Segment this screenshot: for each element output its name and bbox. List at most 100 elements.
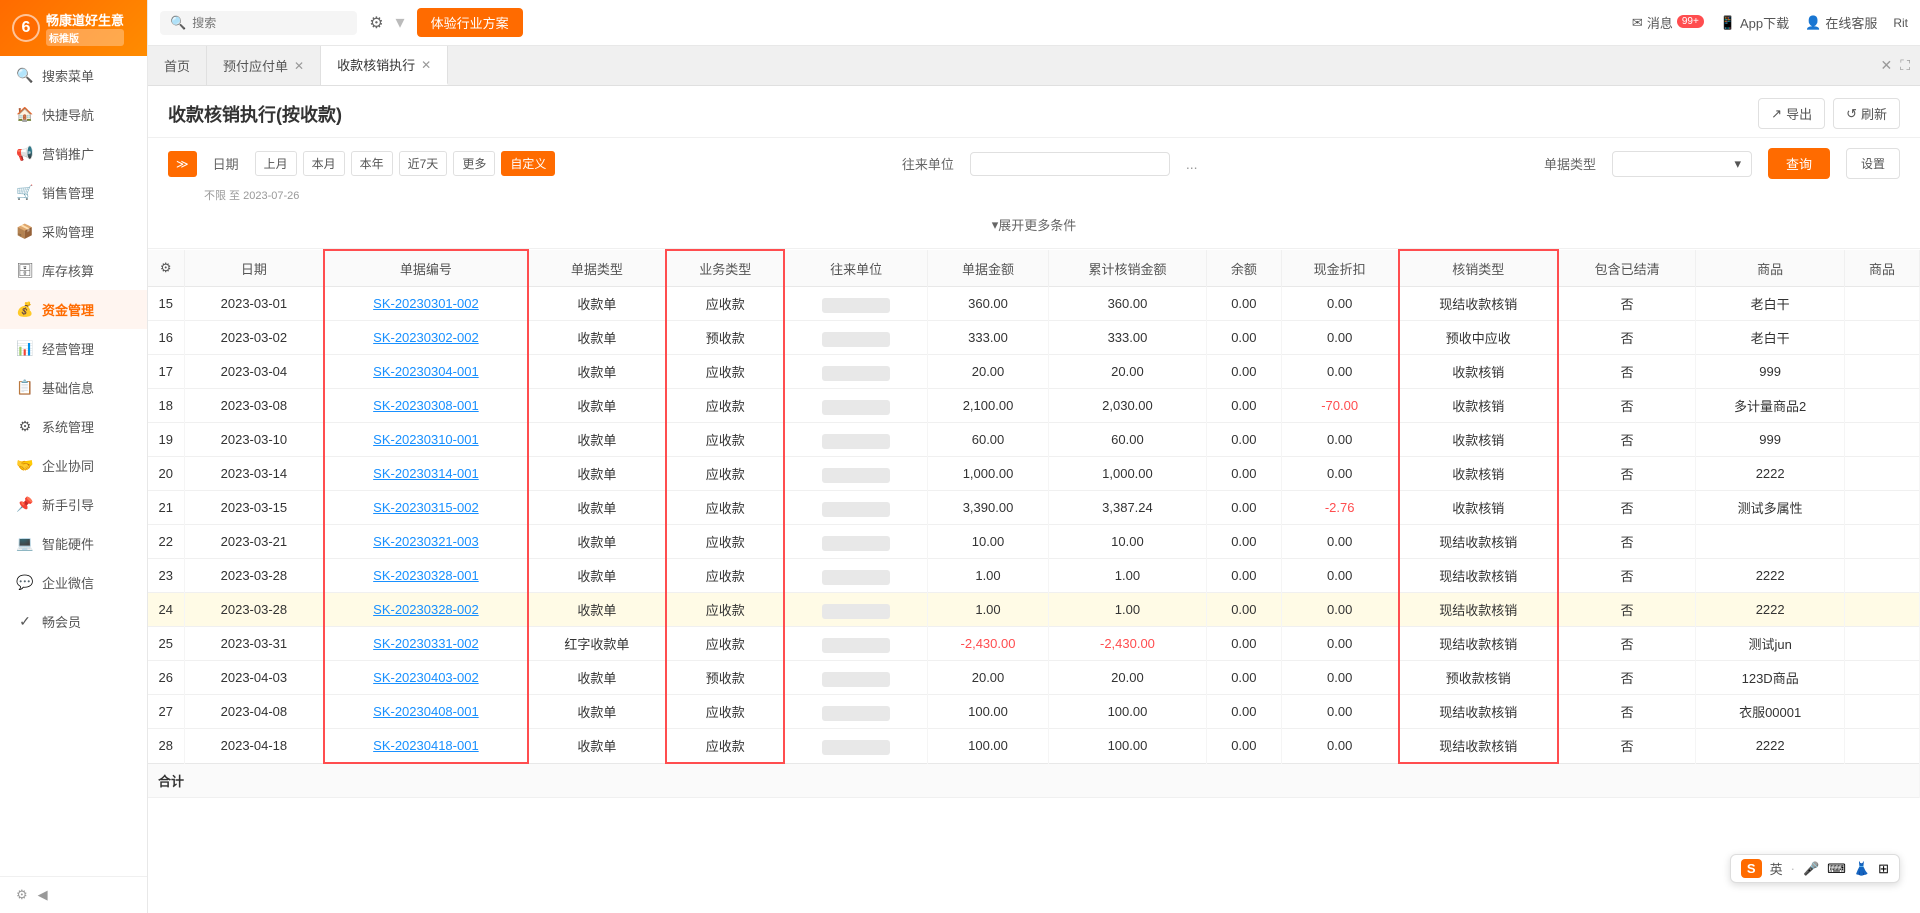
table-row[interactable]: 15 2023-03-01 SK-20230301-002 收款单 应收款 ██… <box>148 287 1920 321</box>
cell-discount: 0.00 <box>1281 559 1398 593</box>
sidebar-item-marketing[interactable]: 📢 营销推广 <box>0 134 147 173</box>
tab-prepay-close[interactable]: ✕ <box>294 59 304 73</box>
cell-product1: 老白干 <box>1696 321 1845 355</box>
cell-product1: 2222 <box>1696 593 1845 627</box>
sidebar-item-enterprise[interactable]: 🤝 企业协同 <box>0 446 147 485</box>
sidebar-item-guide[interactable]: 📌 新手引导 <box>0 485 147 524</box>
sidebar-item-inventory[interactable]: 🗄 库存核算 <box>0 251 147 290</box>
doc-no-link[interactable]: SK-20230304-001 <box>373 364 479 379</box>
table-row[interactable]: 26 2023-04-03 SK-20230403-002 收款单 预收款 ██… <box>148 661 1920 695</box>
doc-no-link[interactable]: SK-20230331-002 <box>373 636 479 651</box>
cell-doc-type: 收款单 <box>528 559 667 593</box>
export-button[interactable]: ↗ 导出 <box>1758 98 1825 129</box>
cell-partner: ████ <box>784 491 927 525</box>
solution-button[interactable]: 体验行业方案 <box>417 8 523 37</box>
chevron-down-icon[interactable]: ▾ <box>396 12 405 33</box>
more-dates-btn[interactable]: 更多 <box>453 151 495 176</box>
table-row[interactable]: 24 2023-03-28 SK-20230328-002 收款单 应收款 ██… <box>148 593 1920 627</box>
settings-icon[interactable]: ⚙ <box>16 887 28 903</box>
sidebar-item-hardware[interactable]: 💻 智能硬件 <box>0 524 147 563</box>
sidebar-item-sales[interactable]: 🛒 销售管理 <box>0 173 147 212</box>
table-row[interactable]: 16 2023-03-02 SK-20230302-002 收款单 预收款 ██… <box>148 321 1920 355</box>
table-row[interactable]: 27 2023-04-08 SK-20230408-001 收款单 应收款 ██… <box>148 695 1920 729</box>
sidebar-item-system[interactable]: ⚙ 系统管理 <box>0 407 147 446</box>
custom-date-btn[interactable]: 自定义 <box>501 151 555 176</box>
sidebar-item-wechat[interactable]: 💬 企业微信 <box>0 563 147 602</box>
expand-button[interactable]: ≫ <box>168 151 197 177</box>
table-row[interactable]: 25 2023-03-31 SK-20230331-002 红字收款单 应收款 … <box>148 627 1920 661</box>
doc-type-select[interactable]: ▾ <box>1612 151 1752 177</box>
cell-date: 2023-03-10 <box>184 423 324 457</box>
close-window-icon[interactable]: ✕ <box>1880 57 1892 74</box>
sidebar-item-finance[interactable]: 💰 资金管理 <box>0 290 147 329</box>
messages-action[interactable]: ✉ 消息 99+ <box>1632 13 1704 32</box>
doc-no-link[interactable]: SK-20230328-001 <box>373 568 479 583</box>
col-date: 日期 <box>184 250 324 287</box>
doc-no-link[interactable]: SK-20230302-002 <box>373 330 479 345</box>
tab-receipts-close[interactable]: ✕ <box>421 58 431 72</box>
mic-icon[interactable]: 🎤 <box>1803 861 1819 877</box>
tab-home[interactable]: 首页 <box>148 46 207 85</box>
sidebar-item-member[interactable]: ✓ 畅会员 <box>0 602 147 641</box>
online-service-action[interactable]: 👤 在线客服 <box>1805 13 1877 32</box>
filter-row-1: ≫ 日期 上月 本月 本年 近7天 更多 自定义 往来单位 ... 单据类型 <box>168 148 1900 179</box>
app-download-action[interactable]: 📱 App下载 <box>1720 13 1789 32</box>
sidebar-item-label: 库存核算 <box>42 261 94 280</box>
sidebar-item-basic[interactable]: 📋 基础信息 <box>0 368 147 407</box>
cell-discount: -70.00 <box>1281 389 1398 423</box>
query-button[interactable]: 查询 <box>1768 148 1830 179</box>
gear-icon[interactable]: ⚙ <box>369 13 383 33</box>
tab-prepay[interactable]: 预付应付单 ✕ <box>207 46 321 85</box>
doc-no-link[interactable]: SK-20230310-001 <box>373 432 479 447</box>
doc-no-link[interactable]: SK-20230408-001 <box>373 704 479 719</box>
last-7-days-btn[interactable]: 近7天 <box>399 151 448 176</box>
sidebar-item-operation[interactable]: 📊 经营管理 <box>0 329 147 368</box>
table-row[interactable]: 22 2023-03-21 SK-20230321-003 收款单 应收款 ██… <box>148 525 1920 559</box>
table-row[interactable]: 17 2023-03-04 SK-20230304-001 收款单 应收款 ██… <box>148 355 1920 389</box>
filter-bar: ≫ 日期 上月 本月 本年 近7天 更多 自定义 往来单位 ... 单据类型 <box>148 138 1920 249</box>
expand-more-bar[interactable]: ▾ 展开更多条件 <box>168 211 1900 238</box>
cell-accumulated: 333.00 <box>1049 321 1207 355</box>
refresh-button[interactable]: ↺ 刷新 <box>1833 98 1900 129</box>
this-month-btn[interactable]: 本月 <box>303 151 345 176</box>
table-row[interactable]: 21 2023-03-15 SK-20230315-002 收款单 应收款 ██… <box>148 491 1920 525</box>
sidebar-item-purchase[interactable]: 📦 采购管理 <box>0 212 147 251</box>
doc-no-link[interactable]: SK-20230418-001 <box>373 738 479 753</box>
search-input[interactable] <box>192 16 347 30</box>
partner-input[interactable] <box>970 152 1170 176</box>
setting-button[interactable]: 设置 <box>1846 148 1900 179</box>
sogou-english[interactable]: 英 <box>1770 859 1783 878</box>
cell-date: 2023-03-15 <box>184 491 324 525</box>
cell-doc-type: 收款单 <box>528 321 667 355</box>
tab-receipts[interactable]: 收款核销执行 ✕ <box>321 46 448 85</box>
col-setting[interactable]: ⚙ <box>148 250 184 287</box>
col-doc-no: 单据编号 <box>324 250 527 287</box>
doc-no-link[interactable]: SK-20230314-001 <box>373 466 479 481</box>
collapse-icon[interactable]: ◀ <box>38 887 48 903</box>
table-row[interactable]: 23 2023-03-28 SK-20230328-001 收款单 应收款 ██… <box>148 559 1920 593</box>
last-month-btn[interactable]: 上月 <box>255 151 297 176</box>
doc-no-link[interactable]: SK-20230403-002 <box>373 670 479 685</box>
table-row[interactable]: 28 2023-04-18 SK-20230418-001 收款单 应收款 ██… <box>148 729 1920 764</box>
page-header: 收款核销执行(按收款) ↗ 导出 ↺ 刷新 <box>148 86 1920 138</box>
doc-no-link[interactable]: SK-20230308-001 <box>373 398 479 413</box>
logo-text: 畅康道好生意 标推版 <box>46 10 124 46</box>
doc-no-link[interactable]: SK-20230321-003 <box>373 534 479 549</box>
this-year-btn[interactable]: 本年 <box>351 151 393 176</box>
doc-no-link[interactable]: SK-20230315-002 <box>373 500 479 515</box>
cell-doc-no: SK-20230310-001 <box>324 423 527 457</box>
search-box[interactable]: 🔍 <box>160 11 357 35</box>
sogou-toolbar[interactable]: S 英 · 🎤 ⌨ 👗 ⊞ <box>1730 854 1900 883</box>
sidebar-item-search[interactable]: 🔍 搜索菜单 <box>0 56 147 95</box>
table-row[interactable]: 20 2023-03-14 SK-20230314-001 收款单 应收款 ██… <box>148 457 1920 491</box>
maximize-icon[interactable]: ⛶ <box>1900 57 1910 74</box>
cell-biz-type: 应收款 <box>666 355 784 389</box>
table-row[interactable]: 19 2023-03-10 SK-20230310-001 收款单 应收款 ██… <box>148 423 1920 457</box>
doc-no-link[interactable]: SK-20230328-002 <box>373 602 479 617</box>
table-row[interactable]: 18 2023-03-08 SK-20230308-001 收款单 应收款 ██… <box>148 389 1920 423</box>
doc-no-link[interactable]: SK-20230301-002 <box>373 296 479 311</box>
keyboard-icon[interactable]: ⌨ <box>1827 861 1846 877</box>
shirt-icon[interactable]: 👗 <box>1854 861 1870 877</box>
sidebar-item-quicknav[interactable]: 🏠 快捷导航 <box>0 95 147 134</box>
grid-icon[interactable]: ⊞ <box>1878 861 1889 877</box>
